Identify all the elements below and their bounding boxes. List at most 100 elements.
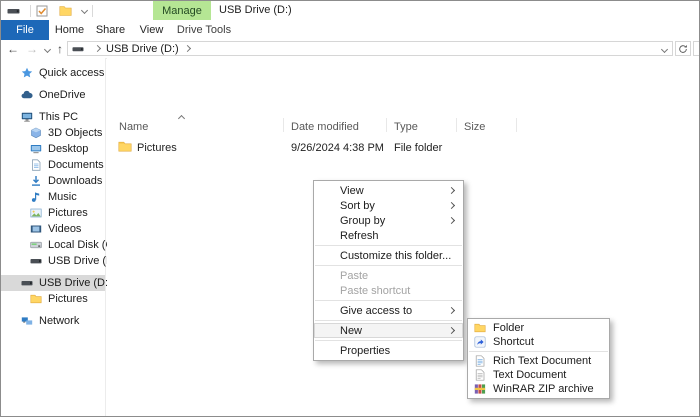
context-menu: View Sort by Group by Refresh Customize … [313, 180, 464, 361]
sidebar-item-local-disk-c[interactable]: Local Disk (C:) [1, 237, 120, 253]
back-button[interactable]: ← [7, 43, 19, 55]
sidebar-item-onedrive[interactable]: OneDrive [1, 87, 105, 103]
tab-home[interactable]: Home [49, 20, 90, 40]
menu-item-properties[interactable]: Properties [314, 343, 463, 358]
sidebar-item-downloads[interactable]: Downloads [1, 173, 105, 189]
menu-item-give-access-to[interactable]: Give access to [314, 303, 463, 318]
sidebar-item-label: Music [48, 191, 77, 203]
toolbar-divider [92, 4, 93, 17]
computer-icon [21, 111, 34, 123]
window-title: USB Drive (D:) [219, 4, 292, 16]
sidebar-item-network[interactable]: Network [1, 313, 105, 329]
menu-item-paste[interactable]: Paste [314, 268, 463, 283]
column-divider[interactable] [283, 118, 284, 132]
sidebar-item-usb-drive-d-selected[interactable]: USB Drive (D:) [1, 275, 112, 291]
drive-icon[interactable] [7, 5, 20, 17]
toolbar-divider [30, 4, 31, 17]
menu-item-customize-this-folder[interactable]: Customize this folder... [314, 248, 463, 263]
monitor-icon [30, 143, 43, 155]
menu-item-group-by[interactable]: Group by [314, 213, 463, 228]
menu-item-view[interactable]: View [314, 183, 463, 198]
sidebar-item-3d-objects[interactable]: 3D Objects [1, 125, 105, 141]
column-header-size[interactable]: Size [464, 121, 485, 133]
video-icon [30, 223, 43, 235]
drive-icon [72, 43, 84, 55]
column-divider[interactable] [386, 118, 387, 132]
sidebar-item-label: Downloads [48, 175, 103, 187]
sidebar-item-this-pc[interactable]: This PC [1, 109, 105, 125]
shortcut-icon [474, 336, 487, 348]
tab-view[interactable]: View [131, 20, 172, 40]
menu-item-label: Sort by [340, 199, 375, 212]
menu-item-paste-shortcut[interactable]: Paste shortcut [314, 283, 463, 298]
up-button[interactable]: ↑ [57, 43, 63, 55]
submenu-item-shortcut[interactable]: Shortcut [468, 335, 609, 349]
submenu-item-label: Folder [493, 322, 525, 334]
sidebar-item-pictures[interactable]: Pictures [1, 205, 105, 221]
sidebar-item-label: Documents [48, 159, 104, 171]
sidebar-item-label: OneDrive [39, 89, 86, 101]
submenu-chevron-icon [447, 216, 456, 225]
column-divider[interactable] [516, 118, 517, 132]
menu-item-refresh[interactable]: Refresh [314, 228, 463, 243]
submenu-chevron-icon [447, 201, 456, 210]
column-header-date-modified[interactable]: Date modified [291, 121, 359, 133]
menu-item-label: Paste shortcut [340, 284, 411, 297]
picture-icon [30, 207, 43, 219]
new-folder-icon[interactable] [59, 5, 72, 17]
sidebar-item-label: Desktop [48, 143, 89, 155]
breadcrumb-chevron-icon[interactable] [93, 44, 102, 53]
submenu-item-label: Shortcut [493, 336, 534, 348]
column-header-name[interactable]: Name [119, 121, 148, 133]
submenu-item-winrar-zip-archive[interactable]: WinRAR ZIP archive [468, 382, 609, 396]
menu-item-label: New [340, 324, 363, 337]
forward-button[interactable]: → [26, 43, 38, 55]
file-date-modified: 9/26/2024 4:38 PM [291, 142, 384, 154]
sidebar-item-label: Pictures [48, 207, 88, 219]
toolbar-chevron-down-icon[interactable] [80, 6, 89, 15]
cube-icon [30, 127, 43, 139]
properties-checkbox-icon[interactable] [36, 5, 49, 17]
tab-drive-tools[interactable]: Drive Tools [172, 20, 236, 40]
folder-icon [30, 293, 43, 305]
sidebar-item-label: 3D Objects [48, 127, 103, 139]
address-bar[interactable]: USB Drive (D:) [67, 41, 673, 56]
menu-item-label: Paste [340, 269, 369, 282]
recent-locations-chevron-icon[interactable] [43, 45, 52, 53]
sidebar-item-quick-access[interactable]: Quick access [1, 65, 105, 81]
navigation-bar: ← → ↑ USB Drive (D:) [1, 40, 699, 59]
sidebar-item-usb-drive-d[interactable]: USB Drive (D:) [1, 253, 121, 269]
submenu-item-text-document[interactable]: Text Document [468, 368, 609, 382]
submenu-item-folder[interactable]: Folder [468, 321, 609, 335]
sidebar-item-videos[interactable]: Videos [1, 221, 105, 237]
breadcrumb-crumb-usb-drive[interactable]: USB Drive (D:) [106, 43, 179, 55]
text-document-icon [474, 369, 487, 381]
menu-item-label: Group by [340, 214, 386, 227]
sidebar-item-desktop[interactable]: Desktop [1, 141, 105, 157]
breadcrumb-chevron-icon[interactable] [183, 44, 191, 53]
winrar-icon [474, 383, 487, 395]
sidebar-item-documents[interactable]: Documents [1, 157, 105, 173]
menu-item-sort-by[interactable]: Sort by [314, 198, 463, 213]
refresh-button[interactable] [675, 41, 691, 56]
column-header-type[interactable]: Type [394, 121, 418, 133]
search-input[interactable] [693, 41, 699, 56]
submenu-item-rich-text-document[interactable]: Rich Text Document [468, 354, 609, 368]
tab-share[interactable]: Share [90, 20, 131, 40]
sidebar-item-label: USB Drive (D:) [39, 277, 112, 289]
folder-icon [474, 322, 487, 334]
sidebar-item-pictures-child[interactable]: Pictures [1, 291, 105, 307]
tab-file[interactable]: File [1, 20, 49, 40]
ribbon-tab-strip: File Home Share View Drive Tools [1, 20, 699, 41]
sidebar-item-label: This PC [39, 111, 79, 123]
menu-item-label: Refresh [340, 229, 379, 242]
ribbon-contextual-group-manage[interactable]: Manage [153, 1, 211, 20]
address-dropdown-chevron-icon[interactable] [660, 45, 669, 54]
new-submenu: Folder Shortcut Rich Text Document Text … [467, 318, 610, 399]
menu-item-new[interactable]: New [314, 323, 463, 338]
column-divider[interactable] [456, 118, 457, 132]
refresh-icon [679, 44, 687, 53]
sidebar-item-music[interactable]: Music [1, 189, 105, 205]
submenu-chevron-icon [447, 326, 456, 335]
folder-icon [118, 140, 132, 153]
